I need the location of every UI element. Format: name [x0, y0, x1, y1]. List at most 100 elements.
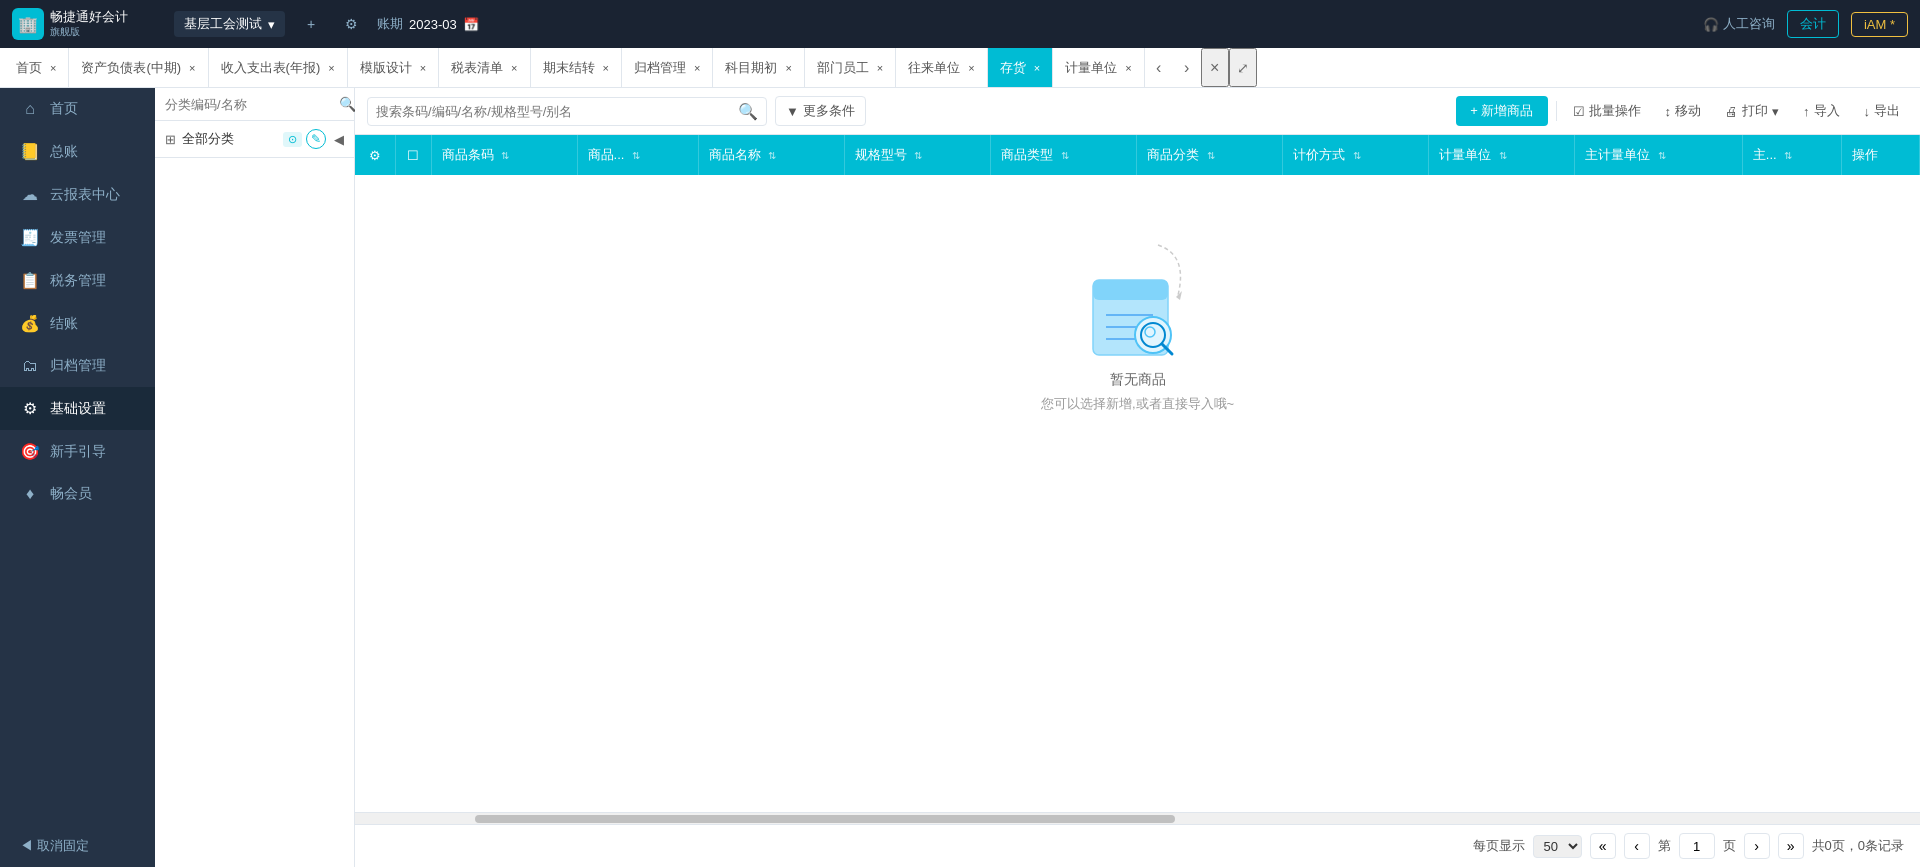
- tab-income-close[interactable]: ×: [328, 62, 334, 74]
- first-page-button[interactable]: «: [1590, 833, 1616, 859]
- invoice-icon: 🧾: [20, 228, 40, 247]
- category-tag: ⊙: [283, 132, 302, 147]
- dropdown-icon: ▾: [268, 17, 275, 32]
- col-price-method[interactable]: 计价方式 ⇅: [1283, 135, 1429, 175]
- tab-income[interactable]: 收入支出表(年报) ×: [209, 48, 348, 87]
- tab-expand-button[interactable]: ⤢: [1229, 48, 1257, 87]
- tab-close-all-button[interactable]: ×: [1201, 48, 1229, 87]
- tab-subject[interactable]: 科目期初 ×: [713, 48, 804, 87]
- col-spec[interactable]: 规格型号 ⇅: [844, 135, 990, 175]
- move-icon: ↕: [1665, 104, 1672, 119]
- horizontal-scrollbar[interactable]: [355, 812, 1920, 824]
- tab-unit[interactable]: 计量单位 ×: [1053, 48, 1144, 87]
- calendar-icon[interactable]: 📅: [463, 17, 479, 32]
- sidebar-invoice-label: 发票管理: [50, 229, 106, 247]
- settings-button[interactable]: ⚙: [337, 0, 365, 48]
- tab-balance-close[interactable]: ×: [189, 62, 195, 74]
- sort-spec-icon[interactable]: ⇅: [914, 150, 922, 161]
- tab-subject-close[interactable]: ×: [785, 62, 791, 74]
- col-code[interactable]: 商品... ⇅: [577, 135, 698, 175]
- import-button[interactable]: ↑ 导入: [1795, 97, 1848, 125]
- human-service-button[interactable]: 🎧 人工咨询: [1703, 15, 1775, 33]
- tab-tax[interactable]: 税表清单 ×: [439, 48, 530, 87]
- col-category[interactable]: 商品分类 ⇅: [1136, 135, 1282, 175]
- col-name[interactable]: 商品名称 ⇅: [698, 135, 844, 175]
- tab-template[interactable]: 模版设计 ×: [348, 48, 439, 87]
- sort-barcode-icon[interactable]: ⇅: [501, 150, 509, 161]
- next-page-button[interactable]: ›: [1744, 833, 1770, 859]
- sort-code-icon[interactable]: ⇅: [632, 150, 640, 161]
- tab-income-label: 收入支出表(年报): [221, 59, 321, 77]
- sidebar-item-basic[interactable]: ⚙ 基础设置: [0, 387, 155, 430]
- prev-page-button[interactable]: ‹: [1624, 833, 1650, 859]
- col-barcode[interactable]: 商品条码 ⇅: [431, 135, 577, 175]
- sort-type-icon[interactable]: ⇅: [1061, 150, 1069, 161]
- tab-inventory-close[interactable]: ×: [1034, 62, 1040, 74]
- tab-tax-close[interactable]: ×: [511, 62, 517, 74]
- sidebar-item-member[interactable]: ♦ 畅会员: [0, 473, 155, 515]
- sidebar-item-archive[interactable]: 🗂 归档管理: [0, 345, 155, 387]
- tab-period-close-x[interactable]: ×: [603, 62, 609, 74]
- tab-template-close[interactable]: ×: [420, 62, 426, 74]
- col-main2[interactable]: 主... ⇅: [1742, 135, 1842, 175]
- tax-icon: 📋: [20, 271, 40, 290]
- tab-balance[interactable]: 资产负债表(中期) ×: [69, 48, 208, 87]
- tab-customer[interactable]: 往来单位 ×: [896, 48, 987, 87]
- page-input[interactable]: [1679, 833, 1715, 859]
- category-panel: 🔍 ⊞ 全部分类 ⊙ ✎ ◀: [155, 88, 355, 867]
- iam-button[interactable]: iAM *: [1851, 12, 1908, 37]
- col-main-unit[interactable]: 主计量单位 ⇅: [1575, 135, 1743, 175]
- kuaiji-button[interactable]: 会计: [1787, 10, 1839, 38]
- sort-category-icon[interactable]: ⇅: [1207, 150, 1215, 161]
- col-type[interactable]: 商品类型 ⇅: [990, 135, 1136, 175]
- sidebar-item-ledger[interactable]: 📒 总账: [0, 130, 155, 173]
- product-search-input[interactable]: [376, 104, 732, 119]
- category-search-icon[interactable]: 🔍: [339, 96, 356, 112]
- move-label: 移动: [1675, 102, 1701, 120]
- export-button[interactable]: ↓ 导出: [1856, 97, 1909, 125]
- category-edit-button[interactable]: ✎: [306, 129, 326, 149]
- tab-inventory[interactable]: 存货 ×: [988, 48, 1053, 87]
- tab-archive[interactable]: 归档管理 ×: [622, 48, 713, 87]
- sidebar-item-tax[interactable]: 📋 税务管理: [0, 259, 155, 302]
- last-page-button[interactable]: »: [1778, 833, 1804, 859]
- product-search-icon[interactable]: 🔍: [738, 102, 758, 121]
- sidebar-item-reports[interactable]: ☁ 云报表中心: [0, 173, 155, 216]
- move-button[interactable]: ↕ 移动: [1657, 97, 1710, 125]
- sort-main2-icon[interactable]: ⇅: [1784, 150, 1792, 161]
- tab-home-close[interactable]: ×: [50, 62, 56, 74]
- company-selector[interactable]: 基层工会测试 ▾: [174, 11, 285, 37]
- sidebar-item-guide[interactable]: 🎯 新手引导: [0, 430, 155, 473]
- sort-main-unit-icon[interactable]: ⇅: [1658, 150, 1666, 161]
- sort-price-method-icon[interactable]: ⇅: [1353, 150, 1361, 161]
- tab-home[interactable]: 首页 ×: [4, 48, 69, 87]
- batch-button[interactable]: ☑ 批量操作: [1565, 97, 1649, 125]
- tab-next-button[interactable]: ›: [1173, 48, 1201, 87]
- tab-unit-close[interactable]: ×: [1125, 62, 1131, 74]
- sidebar-collapse-button[interactable]: ◀ 取消固定: [0, 825, 155, 867]
- col-gear[interactable]: ⚙: [355, 135, 395, 175]
- sort-name-icon[interactable]: ⇅: [768, 150, 776, 161]
- page-size-select[interactable]: 50: [1533, 835, 1582, 858]
- sidebar-item-invoice[interactable]: 🧾 发票管理: [0, 216, 155, 259]
- scroll-thumb[interactable]: [475, 815, 1175, 823]
- tab-period-close[interactable]: 期末结转 ×: [531, 48, 622, 87]
- col-unit[interactable]: 计量单位 ⇅: [1429, 135, 1575, 175]
- print-button[interactable]: 🖨 打印 ▾: [1717, 97, 1787, 125]
- add-product-button[interactable]: + 新增商品: [1456, 96, 1547, 126]
- sort-unit-icon[interactable]: ⇅: [1499, 150, 1507, 161]
- tab-customer-close[interactable]: ×: [968, 62, 974, 74]
- sidebar-item-settle[interactable]: 💰 结账: [0, 302, 155, 345]
- last-page-icon: »: [1787, 838, 1795, 854]
- add-tab-button[interactable]: +: [297, 0, 325, 48]
- tab-archive-close[interactable]: ×: [694, 62, 700, 74]
- toolbar: 🔍 ▼ 更多条件 + 新增商品 ☑ 批量操作 ↕: [355, 88, 1920, 135]
- col-check[interactable]: ☐: [395, 135, 431, 175]
- category-collapse-button[interactable]: ◀: [334, 132, 344, 147]
- filter-button[interactable]: ▼ 更多条件: [775, 96, 866, 126]
- tab-dept-close[interactable]: ×: [877, 62, 883, 74]
- tab-dept[interactable]: 部门员工 ×: [805, 48, 896, 87]
- tab-prev-button[interactable]: ‹: [1145, 48, 1173, 87]
- sidebar-item-home[interactable]: ⌂ 首页: [0, 88, 155, 130]
- category-search-input[interactable]: [165, 97, 333, 112]
